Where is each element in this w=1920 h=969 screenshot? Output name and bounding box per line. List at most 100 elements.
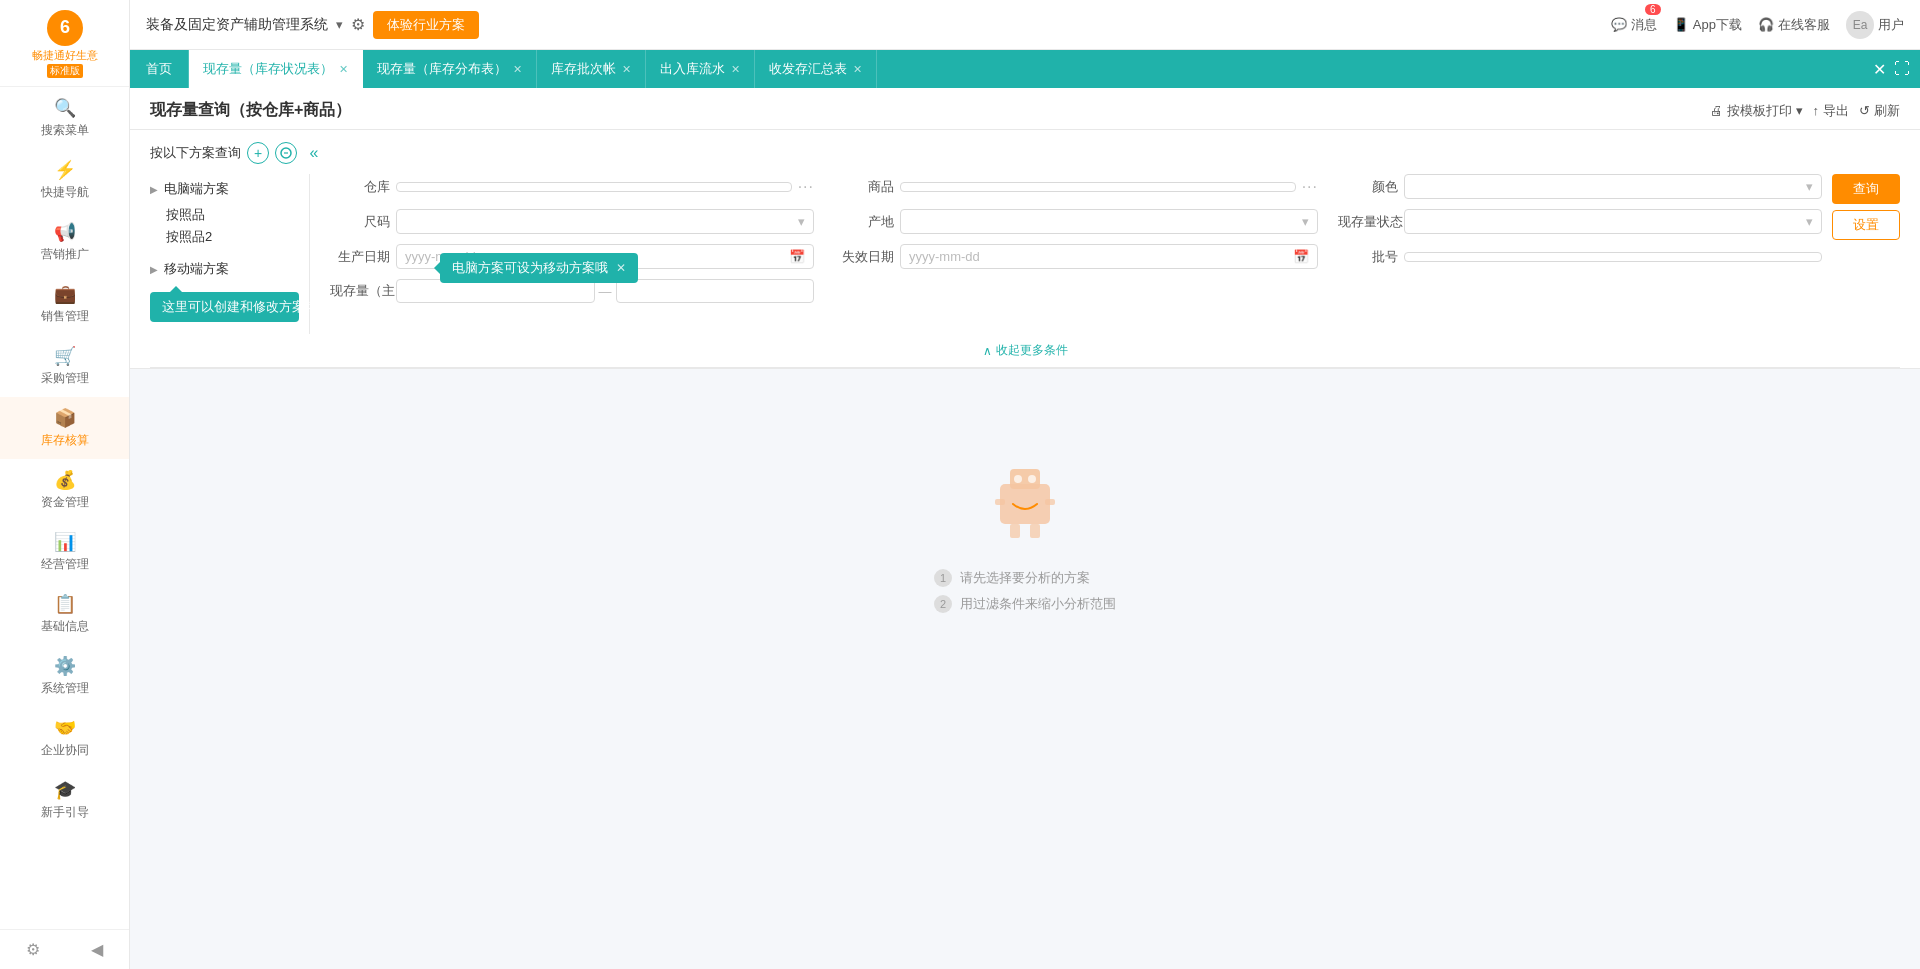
origin-select[interactable]: ▾ xyxy=(900,209,1318,234)
svg-rect-9 xyxy=(1010,524,1020,538)
export-button[interactable]: ↑ 导出 xyxy=(1813,102,1850,120)
scheme-item-0[interactable]: 按照品 xyxy=(166,204,299,226)
stock-status-chevron-icon: ▾ xyxy=(1806,214,1813,229)
desktop-arrow-icon: ▶ xyxy=(150,184,158,195)
sidebar-item-5[interactable]: 📦 库存核算 xyxy=(0,397,129,459)
tooltip2-text: 这里可以创建和修改方案哦 xyxy=(162,298,318,316)
tooltip-create-scheme: 这里可以创建和修改方案哦 ✕ xyxy=(150,292,299,322)
color-select[interactable]: ▾ xyxy=(1404,174,1822,199)
sidebar-item-7[interactable]: 📊 经营管理 xyxy=(0,521,129,583)
tabs-bar: 首页 现存量（库存状况表） ✕ 现存量（库存分布表） ✕ 库存批次帐 ✕ 出入库… xyxy=(130,50,1920,88)
tab-label-1: 现存量（库存分布表） xyxy=(377,60,507,78)
sidebar-item-6[interactable]: 💰 资金管理 xyxy=(0,459,129,521)
notification-item[interactable]: 💬 消息 6 xyxy=(1611,16,1657,34)
industry-solution-button[interactable]: 体验行业方案 xyxy=(373,11,479,39)
tab-home[interactable]: 首页 xyxy=(130,50,189,88)
tab-close-4[interactable]: ✕ xyxy=(853,63,862,76)
field-stock-status: 现存量状态 ▾ xyxy=(1338,209,1822,234)
tooltip1-text: 电脑方案可设为移动方案哦 xyxy=(452,259,608,277)
stock-main-to[interactable] xyxy=(616,279,815,303)
scheme-item-1[interactable]: 按照品2 xyxy=(166,226,299,248)
page-title: 现存量查询（按仓库+商品） xyxy=(150,100,351,121)
color-label: 颜色 xyxy=(1338,178,1398,196)
sidebar-item-1[interactable]: ⚡ 快捷导航 xyxy=(0,149,129,211)
warehouse-dots[interactable]: ··· xyxy=(798,178,814,196)
filter-edit-button[interactable] xyxy=(275,142,297,164)
tab-item-0[interactable]: 现存量（库存状况表） ✕ xyxy=(189,50,363,88)
sidebar-item-0[interactable]: 🔍 搜索菜单 xyxy=(0,87,129,149)
filter-add-button[interactable]: + xyxy=(247,142,269,164)
search-button[interactable]: 查询 xyxy=(1832,174,1900,204)
tooltip2-close[interactable]: ✕ xyxy=(326,300,336,314)
mobile-scheme-header[interactable]: ▶ 移动端方案 xyxy=(150,258,299,280)
sidebar-icon-6: 💰 xyxy=(54,469,76,491)
sidebar-item-2[interactable]: 📢 营销推广 xyxy=(0,211,129,273)
stock-status-select[interactable]: ▾ xyxy=(1404,209,1822,234)
sidebar-item-3[interactable]: 💼 销售管理 xyxy=(0,273,129,335)
tab-action-expand-icon[interactable]: ⛶ xyxy=(1894,60,1910,78)
svg-rect-7 xyxy=(995,499,1005,505)
svg-rect-8 xyxy=(1045,499,1055,505)
mobile-scheme-label: 移动端方案 xyxy=(164,260,229,278)
sidebar-item-11[interactable]: 🎓 新手引导 xyxy=(0,769,129,831)
size-select[interactable]: ▾ xyxy=(396,209,814,234)
empty-step-2: 2 用过滤条件来缩小分析范围 xyxy=(934,595,1116,613)
settings-footer-icon[interactable]: ⚙ xyxy=(26,940,40,959)
user-item[interactable]: Ea 用户 xyxy=(1846,11,1904,39)
tab-close-0[interactable]: ✕ xyxy=(339,63,348,76)
svg-text:6: 6 xyxy=(59,17,69,37)
tab-label-3: 出入库流水 xyxy=(660,60,725,78)
sidebar-label-9: 系统管理 xyxy=(41,680,89,697)
notification-label: 消息 xyxy=(1631,16,1657,34)
sidebar-label-4: 采购管理 xyxy=(41,370,89,387)
tab-close-1[interactable]: ✕ xyxy=(513,63,522,76)
page-actions: 🖨 按模板打印 ▾ ↑ 导出 ↺ 刷新 xyxy=(1710,102,1901,120)
reset-button[interactable]: 设置 xyxy=(1832,210,1900,240)
expiry-date-input[interactable]: yyyy-mm-dd 📅 xyxy=(900,244,1318,269)
collapse-bar[interactable]: ∧ 收起更多条件 xyxy=(150,334,1900,368)
field-color: 颜色 ▾ xyxy=(1338,174,1822,199)
sidebar-item-8[interactable]: 📋 基础信息 xyxy=(0,583,129,645)
tab-close-3[interactable]: ✕ xyxy=(731,63,740,76)
tab-item-4[interactable]: 收发存汇总表 ✕ xyxy=(755,50,877,88)
refresh-button[interactable]: ↺ 刷新 xyxy=(1859,102,1900,120)
template-print-button[interactable]: 🖨 按模板打印 ▾ xyxy=(1710,102,1803,120)
tab-action-close-icon[interactable]: ✕ xyxy=(1873,60,1886,79)
system-dropdown[interactable]: ▾ xyxy=(336,17,343,32)
app-download-item[interactable]: 📱 App下载 xyxy=(1673,16,1742,34)
tooltip1-close[interactable]: ✕ xyxy=(616,261,626,275)
desktop-scheme-header[interactable]: ▶ 电脑端方案 xyxy=(150,178,299,200)
sidebar: 6 畅捷通好生意 标准版 🔍 搜索菜单 ⚡ 快捷导航 📢 营销推广 💼 销售管理… xyxy=(0,0,130,969)
sidebar-label-8: 基础信息 xyxy=(41,618,89,635)
tab-close-2[interactable]: ✕ xyxy=(622,63,631,76)
sidebar-icon-7: 📊 xyxy=(54,531,76,553)
product-dots[interactable]: ··· xyxy=(1302,178,1318,196)
field-product: 商品 ··· xyxy=(834,174,1318,199)
tab-item-3[interactable]: 出入库流水 ✕ xyxy=(646,50,755,88)
expiry-date-label: 失效日期 xyxy=(834,248,894,266)
product-input[interactable] xyxy=(900,182,1296,192)
tab-item-2[interactable]: 库存批次帐 ✕ xyxy=(537,50,646,88)
tab-item-1[interactable]: 现存量（库存分布表） ✕ xyxy=(363,50,537,88)
sidebar-item-9[interactable]: ⚙️ 系统管理 xyxy=(0,645,129,707)
batch-number-label: 批号 xyxy=(1338,248,1398,266)
app-logo-tag: 标准版 xyxy=(47,64,83,78)
collapse-sidebar-icon[interactable]: ◀ xyxy=(91,940,103,959)
filter-back-button[interactable]: « xyxy=(303,142,325,164)
batch-number-input[interactable] xyxy=(1404,252,1822,262)
sidebar-item-10[interactable]: 🤝 企业协同 xyxy=(0,707,129,769)
warehouse-input[interactable] xyxy=(396,182,792,192)
export-label: 导出 xyxy=(1823,102,1849,120)
field-size: 尺码 ▾ xyxy=(330,209,814,234)
product-label: 商品 xyxy=(834,178,894,196)
sidebar-label-7: 经营管理 xyxy=(41,556,89,573)
sidebar-label-1: 快捷导航 xyxy=(41,184,89,201)
online-support-item[interactable]: 🎧 在线客服 xyxy=(1758,16,1830,34)
sidebar-menu: 🔍 搜索菜单 ⚡ 快捷导航 📢 营销推广 💼 销售管理 🛒 采购管理 📦 库存核… xyxy=(0,87,129,929)
empty-steps: 1 请先选择要分析的方案 2 用过滤条件来缩小分析范围 xyxy=(934,569,1116,613)
sidebar-item-4[interactable]: 🛒 采购管理 xyxy=(0,335,129,397)
user-label: 用户 xyxy=(1878,16,1904,34)
tab-label-4: 收发存汇总表 xyxy=(769,60,847,78)
topbar-gear-icon[interactable]: ⚙ xyxy=(351,15,365,34)
svg-rect-10 xyxy=(1030,524,1040,538)
